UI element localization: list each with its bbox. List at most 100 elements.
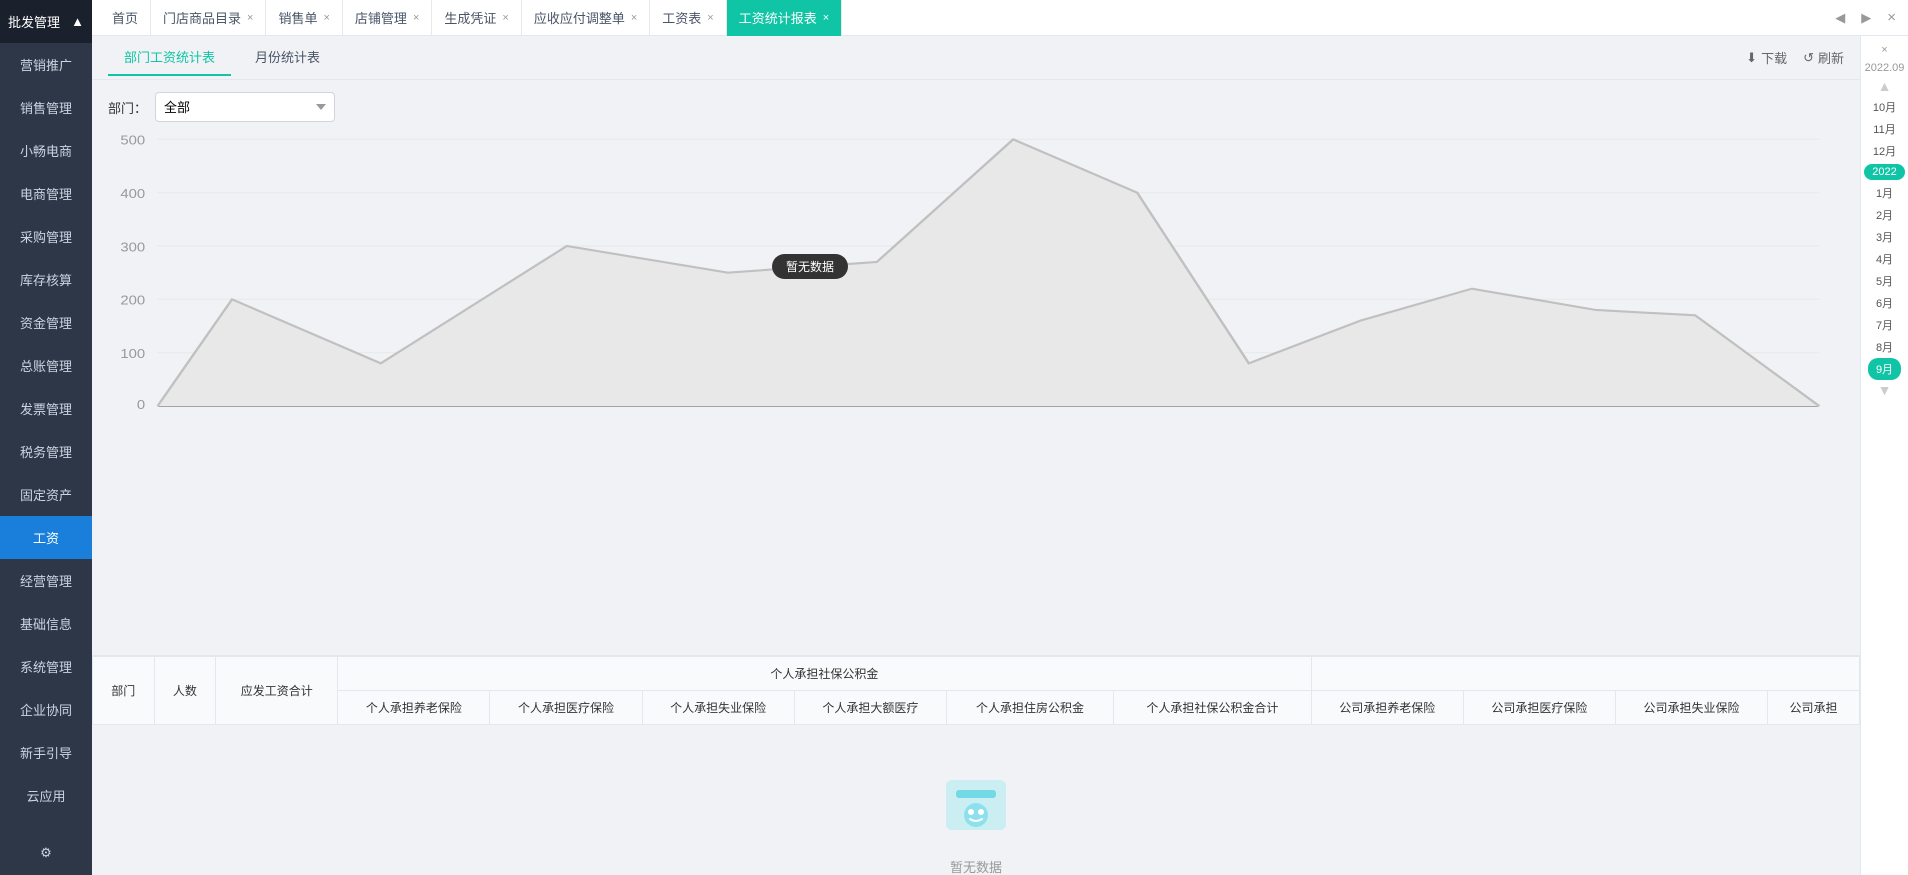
sidebar-title: 批发管理	[8, 12, 60, 31]
th-dept: 部门	[93, 657, 155, 725]
main-area: 首页 门店商品目录 × 销售单 × 店铺管理 × 生成凭证 × 应收应付调整单 …	[92, 0, 1908, 875]
tab-close-adjustment[interactable]: ×	[631, 12, 637, 24]
main-content: 部门工资统计表 月份统计表 ⬇ 下载 ↺ 刷新	[92, 36, 1860, 875]
tab-close-store-mgmt[interactable]: ×	[413, 12, 419, 24]
th-company-other: 公司承担	[1768, 691, 1860, 725]
timeline-month-feb[interactable]: 2月	[1876, 204, 1893, 226]
empty-state: 暂无数据	[92, 725, 1860, 875]
timeline-close-button[interactable]: ×	[1881, 44, 1887, 56]
svg-text:500: 500	[120, 134, 145, 147]
refresh-icon: ↺	[1803, 50, 1814, 66]
tab-close-store-catalog[interactable]: ×	[247, 12, 253, 24]
timeline-month-jun[interactable]: 6月	[1876, 292, 1893, 314]
sidebar-settings[interactable]: ⚙	[0, 831, 92, 875]
sidebar-item-marketing[interactable]: 营销推广	[0, 43, 92, 86]
svg-text:200: 200	[120, 293, 145, 308]
sidebar-item-cloud[interactable]: 云应用	[0, 774, 92, 817]
timeline-month-sep[interactable]: 9月	[1868, 358, 1901, 380]
tab-store-catalog[interactable]: 门店商品目录 ×	[151, 0, 266, 36]
th-personal-pension: 个人承担养老保险	[338, 691, 490, 725]
sidebar-item-finance[interactable]: 资金管理	[0, 301, 92, 344]
th-personal-total: 个人承担社保公积金合计	[1114, 691, 1311, 725]
timeline-year-2022[interactable]: 2022.09	[1865, 60, 1905, 76]
empty-text: 暂无数据	[950, 857, 1002, 875]
sidebar-item-system[interactable]: 系统管理	[0, 645, 92, 688]
th-company-unemployment: 公司承担失业保险	[1615, 691, 1767, 725]
sidebar-item-purchase[interactable]: 采购管理	[0, 215, 92, 258]
sub-tabs-left: 部门工资统计表 月份统计表	[108, 39, 336, 76]
chart-area: 500 400 300 200 100 0	[92, 134, 1860, 655]
th-personal-medical: 个人承担医疗保险	[490, 691, 642, 725]
sidebar-item-corp[interactable]: 企业协同	[0, 688, 92, 731]
sidebar-item-tax[interactable]: 税务管理	[0, 430, 92, 473]
svg-text:0: 0	[137, 397, 146, 412]
sidebar-item-ecommerce-small[interactable]: 小畅电商	[0, 129, 92, 172]
sidebar-item-basic[interactable]: 基础信息	[0, 602, 92, 645]
timeline-up-arrow[interactable]: ▲	[1876, 76, 1894, 96]
dept-filter-label: 部门：	[108, 98, 147, 117]
th-personal-housing: 个人承担住房公积金	[946, 691, 1113, 725]
sidebar-toggle-icon: ▲	[71, 14, 84, 29]
timeline-month-aug[interactable]: 8月	[1876, 336, 1893, 358]
sidebar-item-inventory[interactable]: 库存核算	[0, 258, 92, 301]
data-table: 部门 人数 应发工资合计 个人承担社保公积金 个人承担养老保险 个人承担医疗保险…	[92, 656, 1860, 725]
sub-tab-month[interactable]: 月份统计表	[239, 39, 336, 76]
th-company-medical: 公司承担医疗保险	[1463, 691, 1615, 725]
top-tabs: 首页 门店商品目录 × 销售单 × 店铺管理 × 生成凭证 × 应收应付调整单 …	[92, 0, 1908, 36]
right-sidebar: × 2022.09 ▲ 10月 11月 12月 2022 1月 2月 3月 4月…	[1860, 36, 1908, 875]
th-personal-big-medical: 个人承担大额医疗	[794, 691, 946, 725]
sub-tabs: 部门工资统计表 月份统计表 ⬇ 下载 ↺ 刷新	[92, 36, 1860, 80]
timeline-month-jul[interactable]: 7月	[1876, 314, 1893, 336]
sidebar-item-assets[interactable]: 固定资产	[0, 473, 92, 516]
th-group-personal: 个人承担社保公积金	[338, 657, 1311, 691]
tab-sales[interactable]: 销售单 ×	[266, 0, 342, 36]
dept-filter-select[interactable]: 全部	[155, 92, 335, 122]
timeline-month-jan[interactable]: 1月	[1876, 182, 1893, 204]
tab-payroll-report[interactable]: 工资统计报表 ×	[727, 0, 842, 36]
sidebar: 批发管理 ▲ 营销推广 销售管理 小畅电商 电商管理 采购管理 库存核算 资金管…	[0, 0, 92, 875]
sidebar-header[interactable]: 批发管理 ▲	[0, 0, 92, 43]
timeline-month-nov[interactable]: 11月	[1873, 118, 1895, 140]
th-count: 人数	[154, 657, 216, 725]
tab-actions: ◀ ▶ ×	[1831, 7, 1900, 28]
filter-row: 部门： 全部	[92, 80, 1860, 134]
refresh-button[interactable]: ↺ 刷新	[1803, 48, 1844, 67]
tab-close-all[interactable]: ×	[1883, 7, 1900, 28]
sub-tab-dept[interactable]: 部门工资统计表	[108, 39, 231, 76]
sidebar-item-sales[interactable]: 销售管理	[0, 86, 92, 129]
tab-close-payroll[interactable]: ×	[707, 12, 713, 24]
tab-close-voucher[interactable]: ×	[502, 12, 508, 24]
tab-nav-prev[interactable]: ◀	[1831, 8, 1849, 28]
th-company-pension: 公司承担养老保险	[1311, 691, 1463, 725]
svg-text:400: 400	[120, 186, 145, 201]
tab-close-sales[interactable]: ×	[323, 12, 329, 24]
tab-adjustment[interactable]: 应收应付调整单 ×	[522, 0, 650, 36]
timeline-year-badge[interactable]: 2022	[1864, 164, 1904, 180]
chart-svg: 500 400 300 200 100 0	[108, 134, 1844, 454]
tab-home[interactable]: 首页	[100, 0, 151, 36]
tab-close-payroll-report[interactable]: ×	[823, 12, 829, 24]
sidebar-item-payroll[interactable]: 工资	[0, 516, 92, 559]
sidebar-item-guide[interactable]: 新手引导	[0, 731, 92, 774]
timeline-month-may[interactable]: 5月	[1876, 270, 1893, 292]
tab-store-mgmt[interactable]: 店铺管理 ×	[343, 0, 432, 36]
th-personal-unemployment: 个人承担失业保险	[642, 691, 794, 725]
sidebar-item-ledger[interactable]: 总账管理	[0, 344, 92, 387]
download-button[interactable]: ⬇ 下载	[1746, 48, 1787, 67]
download-icon: ⬇	[1746, 50, 1757, 66]
timeline-down-arrow[interactable]: ▼	[1876, 380, 1894, 400]
timeline-month-oct[interactable]: 10月	[1873, 96, 1896, 118]
sidebar-item-invoice[interactable]: 发票管理	[0, 387, 92, 430]
content-wrap: 部门工资统计表 月份统计表 ⬇ 下载 ↺ 刷新	[92, 36, 1908, 875]
sidebar-item-ecommerce[interactable]: 电商管理	[0, 172, 92, 215]
timeline-month-dec[interactable]: 12月	[1873, 140, 1896, 162]
svg-text:100: 100	[120, 346, 145, 361]
timeline-month-apr[interactable]: 4月	[1876, 248, 1893, 270]
timeline-month-mar[interactable]: 3月	[1876, 226, 1893, 248]
tab-voucher[interactable]: 生成凭证 ×	[432, 0, 521, 36]
empty-icon	[936, 765, 1016, 845]
tab-nav-next[interactable]: ▶	[1857, 8, 1875, 28]
table-container[interactable]: 部门 人数 应发工资合计 个人承担社保公积金 个人承担养老保险 个人承担医疗保险…	[92, 655, 1860, 875]
tab-payroll[interactable]: 工资表 ×	[650, 0, 726, 36]
sidebar-item-operations[interactable]: 经营管理	[0, 559, 92, 602]
